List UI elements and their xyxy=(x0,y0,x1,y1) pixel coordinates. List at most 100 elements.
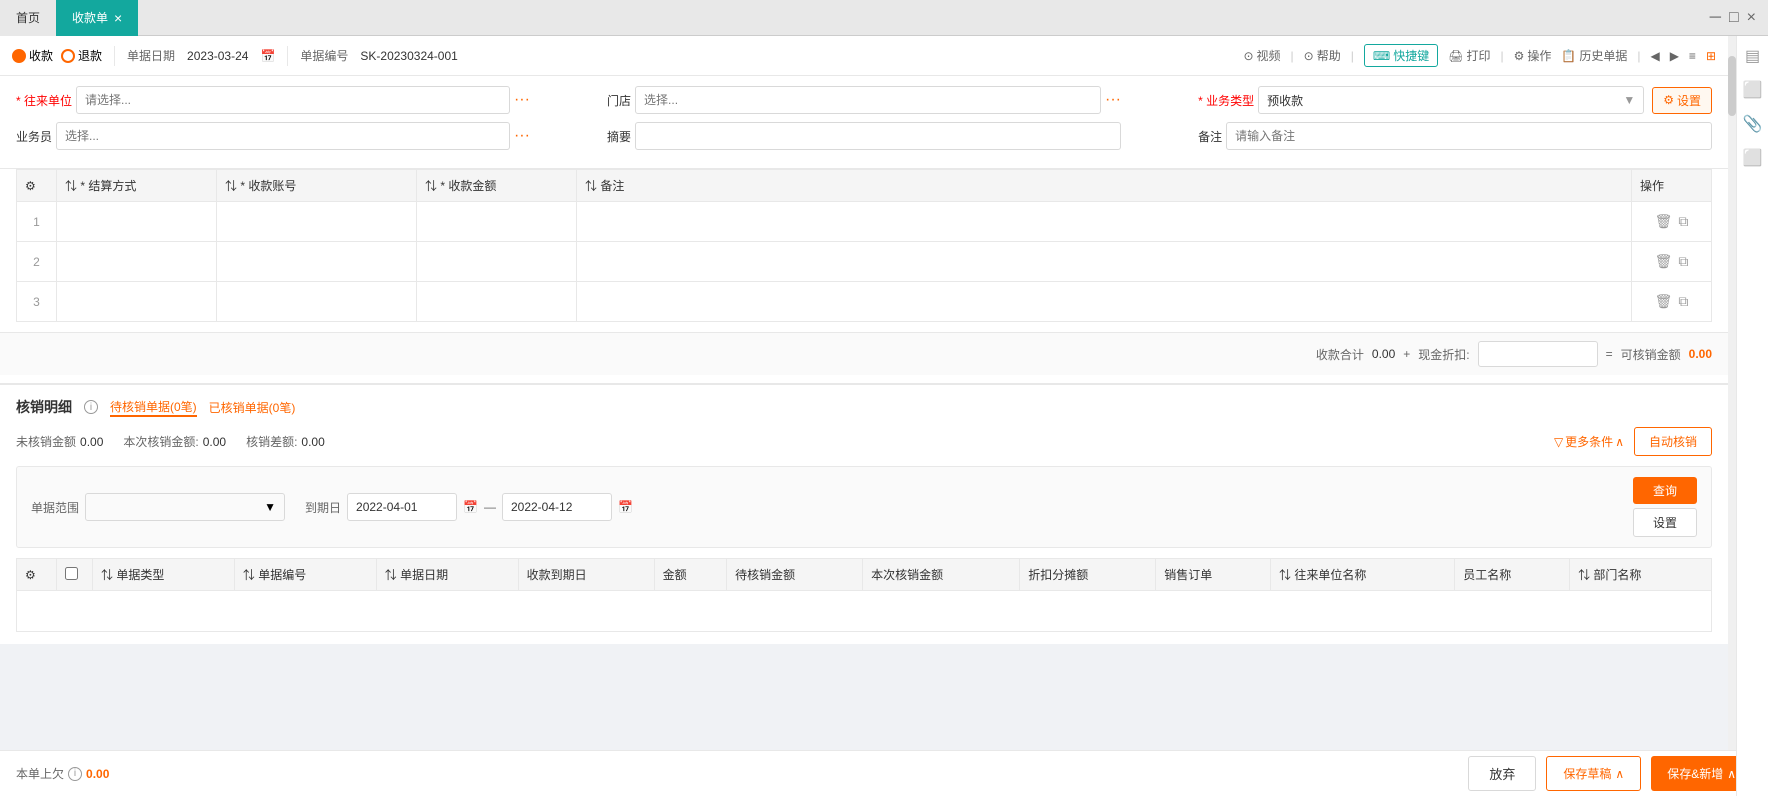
row-1-delete-icon[interactable]: 🗑 xyxy=(1655,213,1673,230)
minimize-button[interactable]: ─ xyxy=(1710,9,1721,27)
ops-icon: ⚙ xyxy=(1514,49,1525,63)
pending-tab[interactable]: 待核销单据(0笔) xyxy=(110,398,197,417)
sort-settlement-icon[interactable]: ⇅ xyxy=(65,179,77,193)
sort-doc-date-icon[interactable]: ⇅ xyxy=(385,568,397,582)
more-conditions-label: 更多条件 xyxy=(1565,433,1613,450)
store-input[interactable] xyxy=(635,86,1101,114)
row-1-account[interactable] xyxy=(217,202,417,242)
date-from-cal-icon[interactable]: 📅 xyxy=(463,500,478,514)
settings-button[interactable]: ⚙ 设置 xyxy=(1652,87,1712,114)
row-3-amount[interactable] xyxy=(417,282,577,322)
row-2-delete-icon[interactable]: 🗑 xyxy=(1655,253,1673,270)
counterpart-input[interactable] xyxy=(76,86,510,114)
unchecked-value: 0.00 xyxy=(80,435,103,449)
table-row: 1 🗑 ⧉ xyxy=(17,202,1712,242)
done-tab[interactable]: 已核销单据(0笔) xyxy=(209,399,296,416)
ops-button[interactable]: ⚙ 操作 xyxy=(1514,47,1552,64)
radio-refund[interactable]: 退款 xyxy=(61,47,102,64)
summary-input[interactable] xyxy=(635,122,1121,150)
bottom-th-staff: 员工名称 xyxy=(1455,559,1570,591)
unchecked-label: 未核销金额 xyxy=(16,433,76,450)
sidebar-camera-icon[interactable]: ⬜ xyxy=(1743,148,1763,168)
form-section: * 往来单位 ··· 门店 ··· * 业务类型 预收款 ▼ xyxy=(0,76,1728,169)
tab-home[interactable]: 首页 xyxy=(0,0,56,36)
row-3-account[interactable] xyxy=(217,282,417,322)
staff-more-icon[interactable]: ··· xyxy=(514,128,530,144)
expand-button[interactable]: □ xyxy=(1729,9,1739,27)
date-to-input[interactable] xyxy=(502,493,612,521)
store-field: 门店 ··· xyxy=(607,86,1121,114)
video-button[interactable]: ⊙ 视频 xyxy=(1243,47,1280,64)
grid-icon[interactable]: ⊞ xyxy=(1706,49,1716,63)
summary-label: 摘要 xyxy=(607,128,631,145)
bottom-th-gear[interactable]: ⚙ xyxy=(17,559,57,591)
carry-info-icon[interactable]: i xyxy=(68,767,82,781)
row-1-copy-icon[interactable]: ⧉ xyxy=(1678,213,1688,230)
verify-title: 核销明细 xyxy=(16,397,72,417)
date-from-input[interactable] xyxy=(347,493,457,521)
row-3-remark[interactable] xyxy=(577,282,1632,322)
row-3-copy-icon[interactable]: ⧉ xyxy=(1678,293,1688,310)
row-1-actions: 🗑 ⧉ xyxy=(1632,202,1712,242)
row-1-remark[interactable] xyxy=(577,202,1632,242)
layout-icon[interactable]: ≡ xyxy=(1689,49,1696,63)
th-gear[interactable]: ⚙ xyxy=(17,170,57,202)
sidebar-table-icon[interactable]: ▤ xyxy=(1745,46,1760,66)
row-2-copy-icon[interactable]: ⧉ xyxy=(1678,253,1688,270)
tab-active[interactable]: 收款单 × xyxy=(56,0,138,36)
prev-icon[interactable]: ◀ xyxy=(1650,49,1659,63)
save-draft-button[interactable]: 保存草稿 ∧ xyxy=(1546,756,1641,791)
sort-doc-no-icon[interactable]: ⇅ xyxy=(243,568,255,582)
scrollbar-thumb[interactable] xyxy=(1728,56,1736,116)
discount-input[interactable] xyxy=(1478,341,1598,367)
remark-input[interactable] xyxy=(1226,122,1712,150)
radio-receive[interactable]: 收款 xyxy=(12,47,53,64)
staff-input[interactable] xyxy=(56,122,510,150)
date-label: 单据日期 xyxy=(127,47,175,64)
help-button[interactable]: ⊙ 帮助 xyxy=(1304,47,1341,64)
query-button[interactable]: 查询 xyxy=(1633,477,1697,504)
save-draft-label: 保存草稿 xyxy=(1563,765,1611,782)
verify-info-icon[interactable]: i xyxy=(84,400,98,414)
range-select[interactable]: ▼ xyxy=(85,493,285,521)
date-value: 2023-03-24 xyxy=(187,49,248,63)
counterpart-more-icon[interactable]: ··· xyxy=(514,92,530,108)
range-arrow-icon: ▼ xyxy=(264,500,276,514)
close-button[interactable]: × xyxy=(1747,9,1756,27)
print-button[interactable]: 🖨 打印 xyxy=(1448,47,1490,64)
row-1-amount[interactable] xyxy=(417,202,577,242)
row-3-settlement[interactable] xyxy=(57,282,217,322)
row-1-settlement[interactable] xyxy=(57,202,217,242)
sidebar-attach-icon[interactable]: 📎 xyxy=(1743,114,1763,134)
shortcut-button[interactable]: ⌨ 快捷键 xyxy=(1364,44,1438,67)
help-label: 帮助 xyxy=(1317,47,1341,64)
row-2-actions: 🗑 ⧉ xyxy=(1632,242,1712,282)
row-2-remark[interactable] xyxy=(577,242,1632,282)
date-to-cal-icon[interactable]: 📅 xyxy=(618,500,633,514)
sort-remark-icon[interactable]: ⇅ xyxy=(585,179,597,193)
sidebar-upload-icon[interactable]: ⬜ xyxy=(1743,80,1763,100)
save-new-label: 保存&新增 xyxy=(1667,765,1723,782)
verify-section: 核销明细 i 待核销单据(0笔) 已核销单据(0笔) 未核销金额 0.00 本次… xyxy=(0,383,1728,644)
history-button[interactable]: 📋 历史单据 xyxy=(1561,47,1627,64)
biz-type-select[interactable]: 预收款 ▼ xyxy=(1258,86,1644,114)
row-2-amount[interactable] xyxy=(417,242,577,282)
sort-dept-icon[interactable]: ⇅ xyxy=(1578,568,1590,582)
next-icon[interactable]: ▶ xyxy=(1670,49,1679,63)
sort-counterpart-icon[interactable]: ⇅ xyxy=(1279,568,1291,582)
auto-verify-button[interactable]: 自动核销 xyxy=(1634,427,1712,456)
date-cal-icon[interactable]: 📅 xyxy=(260,49,275,63)
select-all-checkbox[interactable] xyxy=(65,567,78,580)
sort-amount-icon[interactable]: ⇅ xyxy=(425,179,437,193)
carry-label: 本单上欠 xyxy=(16,765,64,782)
row-2-settlement[interactable] xyxy=(57,242,217,282)
filter-set-button[interactable]: 设置 xyxy=(1633,508,1697,537)
sort-account-icon[interactable]: ⇅ xyxy=(225,179,237,193)
store-more-icon[interactable]: ··· xyxy=(1105,92,1121,108)
row-2-account[interactable] xyxy=(217,242,417,282)
sort-doc-type-icon[interactable]: ⇅ xyxy=(101,568,113,582)
tab-close-icon[interactable]: × xyxy=(114,0,122,36)
abandon-button[interactable]: 放弃 xyxy=(1468,756,1536,791)
more-conditions-button[interactable]: ▽ 更多条件 ∧ xyxy=(1554,433,1624,450)
row-3-delete-icon[interactable]: 🗑 xyxy=(1655,293,1673,310)
